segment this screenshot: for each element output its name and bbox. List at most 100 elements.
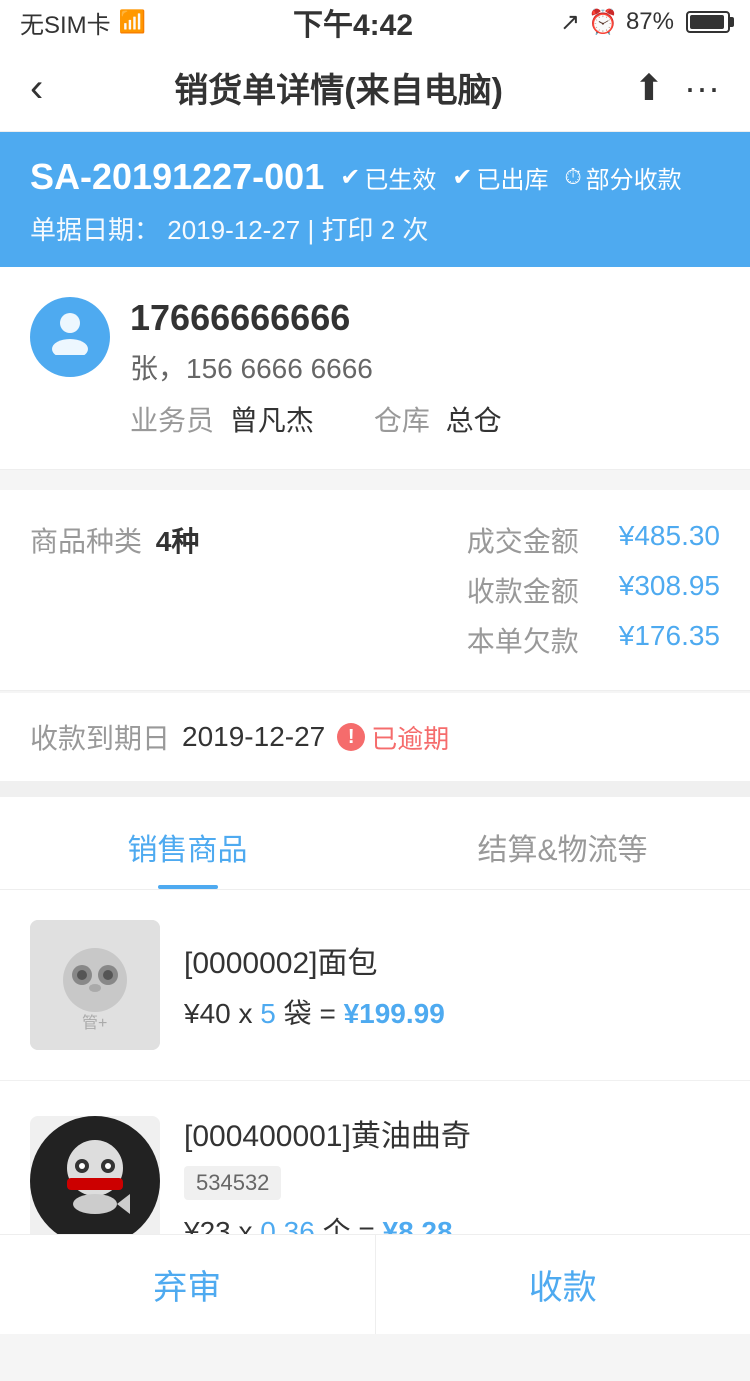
balance-amount: ¥176.35 <box>619 620 720 660</box>
product-name-2: [000400001]黄油曲奇 <box>184 1111 720 1155</box>
salesperson-label: 业务员 <box>130 405 214 436</box>
payment-amount: ¥308.95 <box>619 570 720 610</box>
confirm-button[interactable]: 收款 <box>375 1235 750 1334</box>
product-types-label: 商品种类 <box>30 526 142 557</box>
product-equals-1: = <box>319 998 343 1029</box>
transaction-label: 成交金额 <box>467 520 579 560</box>
carrier-label: 无SIM卡 <box>20 5 111 40</box>
page-title: 销货单详情(来自电脑) <box>43 63 634 112</box>
warehouse-value: 总仓 <box>446 405 502 436</box>
main-divider <box>0 781 750 797</box>
avatar <box>30 297 110 377</box>
user-icon <box>46 307 94 367</box>
customer-meta: 业务员 曾凡杰 仓库 总仓 <box>130 399 720 439</box>
customer-section: 17666666666 张，156 6666 6666 业务员 曾凡杰 仓库 总… <box>0 267 750 469</box>
status-text-effective: 已生效 <box>364 160 436 195</box>
order-header: SA-20191227-001 ✔ 已生效 ✔ 已出库 ⏱ 部分收款 单据日期：… <box>0 132 750 267</box>
list-item: 管+ [0000002]面包 ¥40 x 5 袋 = ¥199.99 <box>0 890 750 1081</box>
salesperson-item: 业务员 曾凡杰 <box>130 399 314 439</box>
due-date: 2019-12-27 <box>182 721 325 753</box>
product-thumb-1: 管+ <box>30 920 160 1050</box>
battery-fill <box>690 15 724 29</box>
product-unit-1: 袋 <box>284 998 312 1029</box>
product-info-2: [000400001]黄油曲奇 534532 ¥23 x 0.36 个 = ¥8… <box>184 1111 720 1250</box>
tab-sales-products[interactable]: 销售商品 <box>0 797 375 889</box>
stats-right: 成交金额 ¥485.30 收款金额 ¥308.95 本单欠款 ¥176.35 <box>467 520 720 660</box>
status-badge-shipped: ✔ 已出库 <box>452 160 548 195</box>
product-sku-2: 534532 <box>184 1166 281 1200</box>
order-date-row: 单据日期： 2019-12-27 | 打印 2 次 <box>30 210 720 247</box>
order-print-count: 2 <box>381 215 395 245</box>
order-status-badges: ✔ 已生效 ✔ 已出库 ⏱ 部分收款 <box>340 160 681 195</box>
status-badge-effective: ✔ 已生效 <box>340 160 436 195</box>
product-total-1: ¥199.99 <box>344 998 445 1029</box>
product-multiply-1: x <box>239 998 261 1029</box>
nav-bar: ‹ 销货单详情(来自电脑) ⬆ ··· <box>0 44 750 132</box>
status-right: ↗ ⏰ 87% <box>560 8 730 37</box>
transaction-amount: ¥485.30 <box>619 520 720 560</box>
warehouse-label: 仓库 <box>374 405 430 436</box>
product-thumb-2 <box>30 1116 160 1246</box>
status-bar: 无SIM卡 📶 下午4:42 ↗ ⏰ 87% <box>0 0 750 44</box>
check-icon-1: ✔ <box>340 163 360 192</box>
order-print-unit: 次 <box>402 215 428 245</box>
product-qty-1: 5 <box>260 998 276 1029</box>
clock-icon: ⏱ <box>564 164 581 190</box>
customer-phone: 张，156 6666 6666 <box>130 347 720 387</box>
tab-settlement[interactable]: 结算&物流等 <box>375 797 750 889</box>
stats-left: 商品种类 4种 <box>30 520 199 560</box>
transaction-row: 成交金额 ¥485.30 <box>467 520 720 560</box>
tabs: 销售商品 结算&物流等 <box>0 797 750 890</box>
customer-name: 17666666666 <box>130 297 720 339</box>
order-date-label: 单据日期： <box>30 215 160 245</box>
section-divider-2 <box>0 690 750 691</box>
warehouse-item: 仓库 总仓 <box>374 399 502 439</box>
cancel-label: 弃审 <box>153 1260 221 1309</box>
wifi-icon: 📶 <box>119 9 146 35</box>
section-divider-1 <box>0 469 750 470</box>
product-list: 管+ [0000002]面包 ¥40 x 5 袋 = ¥199.99 <box>0 890 750 1281</box>
status-text-partial: 部分收款 <box>586 160 682 195</box>
status-badge-partial: ⏱ 部分收款 <box>564 160 681 195</box>
balance-label: 本单欠款 <box>467 620 579 660</box>
product-info-1: [0000002]面包 ¥40 x 5 袋 = ¥199.99 <box>184 938 720 1032</box>
confirm-label: 收款 <box>529 1260 597 1309</box>
status-time: 下午4:42 <box>293 0 413 44</box>
tab-settlement-label: 结算&物流等 <box>477 834 647 867</box>
product-types-item: 商品种类 4种 <box>30 520 199 560</box>
payment-label: 收款金额 <box>467 570 579 610</box>
svg-text:管+: 管+ <box>82 1014 107 1032</box>
tab-sales-products-label: 销售商品 <box>128 834 248 867</box>
nav-actions: ⬆ ··· <box>634 67 720 109</box>
battery-label: 87% <box>626 8 674 36</box>
product-types-value: 4种 <box>156 526 200 557</box>
order-print-label: | 打印 <box>307 215 373 245</box>
alarm-icon: ⏰ <box>588 8 618 37</box>
status-left: 无SIM卡 📶 <box>20 5 146 40</box>
due-label: 收款到期日 <box>30 717 170 757</box>
product-thumb-placeholder-1: 管+ <box>30 920 160 1050</box>
back-button[interactable]: ‹ <box>30 68 43 108</box>
due-section: 收款到期日 2019-12-27 ! 已逾期 <box>0 693 750 781</box>
status-text-shipped: 已出库 <box>476 160 548 195</box>
overdue-text: 已逾期 <box>371 719 449 756</box>
bottom-bar: 弃审 收款 <box>0 1234 750 1334</box>
order-id: SA-20191227-001 <box>30 156 324 198</box>
location-icon: ↗ <box>560 8 580 37</box>
salesperson-value: 曾凡杰 <box>230 405 314 436</box>
share-icon[interactable]: ⬆ <box>634 67 664 109</box>
more-icon[interactable]: ··· <box>684 67 720 109</box>
order-date-value: 2019-12-27 <box>167 215 300 245</box>
stats-section: 商品种类 4种 成交金额 ¥485.30 收款金额 ¥308.95 本单欠款 ¥… <box>0 490 750 690</box>
product-price-1: ¥40 x 5 袋 = ¥199.99 <box>184 992 720 1032</box>
product-unit-price-1: ¥40 <box>184 998 231 1029</box>
overdue-badge: ! 已逾期 <box>337 719 449 756</box>
battery-bar <box>686 11 730 33</box>
check-icon-2: ✔ <box>452 163 472 192</box>
overdue-icon: ! <box>337 723 365 751</box>
order-header-top: SA-20191227-001 ✔ 已生效 ✔ 已出库 ⏱ 部分收款 <box>30 156 720 198</box>
customer-info: 17666666666 张，156 6666 6666 业务员 曾凡杰 仓库 总… <box>130 297 720 439</box>
balance-row: 本单欠款 ¥176.35 <box>467 620 720 660</box>
payment-row: 收款金额 ¥308.95 <box>467 570 720 610</box>
cancel-button[interactable]: 弃审 <box>0 1235 375 1334</box>
